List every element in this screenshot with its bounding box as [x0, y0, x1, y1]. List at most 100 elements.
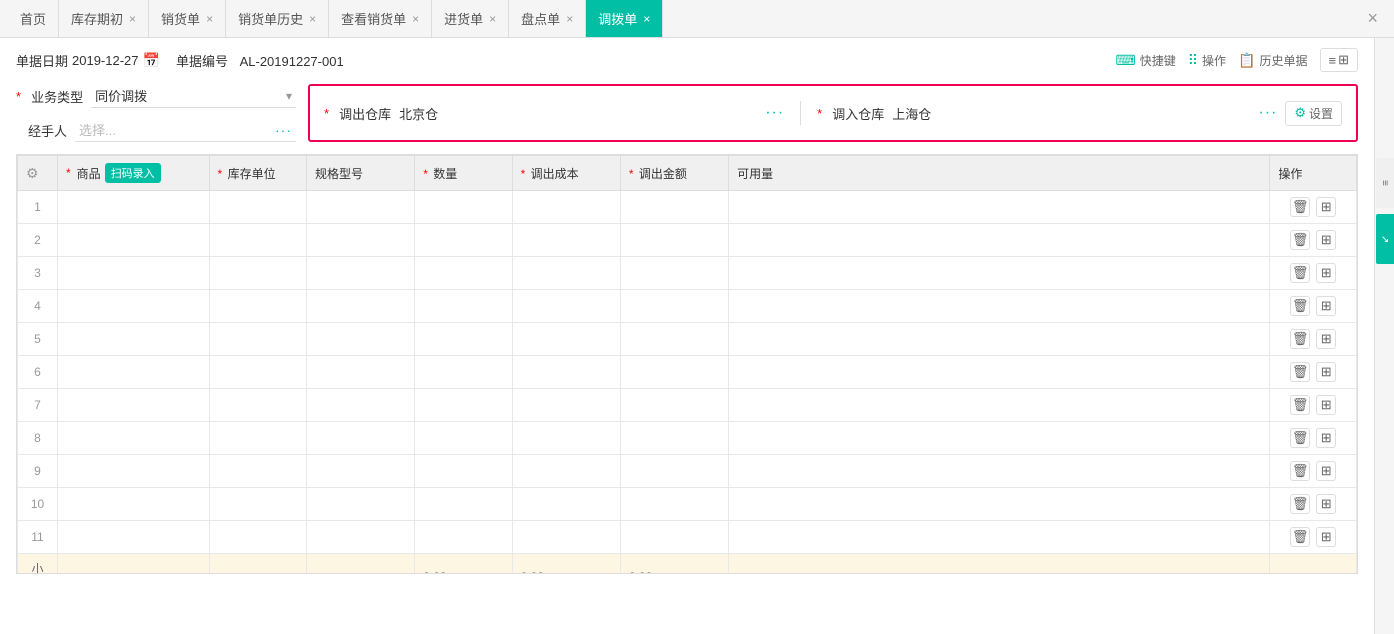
cell-qty-4[interactable] [415, 290, 512, 323]
copy-icon-5[interactable]: ⊞ [1316, 329, 1336, 349]
cell-cost-7[interactable] [512, 389, 620, 422]
cell-cost-8[interactable] [512, 422, 620, 455]
cell-cost-3[interactable] [512, 257, 620, 290]
cell-spec-6[interactable] [306, 356, 414, 389]
copy-icon-6[interactable]: ⊞ [1316, 362, 1336, 382]
cell-cost-9[interactable] [512, 455, 620, 488]
cell-cost-11[interactable] [512, 521, 620, 554]
close-tab-view-sales[interactable]: × [412, 12, 419, 26]
cell-product-7[interactable] [58, 389, 210, 422]
close-tab-inventory-init[interactable]: × [129, 12, 136, 26]
cell-qty-5[interactable] [415, 323, 512, 356]
cell-unit-8[interactable] [209, 422, 306, 455]
tab-view-sales[interactable]: 查看销货单 × [329, 0, 432, 37]
cell-cost-10[interactable] [512, 488, 620, 521]
delete-icon-3[interactable]: 🗑 [1290, 263, 1310, 283]
cell-available-1[interactable] [729, 191, 1270, 224]
delete-icon-5[interactable]: 🗑 [1290, 329, 1310, 349]
cell-product-1[interactable] [58, 191, 210, 224]
cell-qty-11[interactable] [415, 521, 512, 554]
cell-product-2[interactable] [58, 224, 210, 257]
delete-icon-8[interactable]: 🗑 [1290, 428, 1310, 448]
delete-icon-7[interactable]: 🗑 [1290, 395, 1310, 415]
tab-inventory-init[interactable]: 库存期初 × [59, 0, 149, 37]
cell-cost-4[interactable] [512, 290, 620, 323]
cell-unit-9[interactable] [209, 455, 306, 488]
tab-sales-history[interactable]: 销货单历史 × [226, 0, 329, 37]
cell-available-10[interactable] [729, 488, 1270, 521]
cell-available-4[interactable] [729, 290, 1270, 323]
cell-qty-8[interactable] [415, 422, 512, 455]
cell-spec-1[interactable] [306, 191, 414, 224]
cell-available-7[interactable] [729, 389, 1270, 422]
cell-cost-2[interactable] [512, 224, 620, 257]
cell-cost-5[interactable] [512, 323, 620, 356]
cell-product-4[interactable] [58, 290, 210, 323]
cell-unit-4[interactable] [209, 290, 306, 323]
delete-icon-1[interactable]: 🗑 [1290, 197, 1310, 217]
copy-icon-9[interactable]: ⊞ [1316, 461, 1336, 481]
cell-product-3[interactable] [58, 257, 210, 290]
warehouse-out-more-icon[interactable]: ··· [765, 104, 784, 122]
cell-amount-7[interactable] [620, 389, 728, 422]
tab-transfer-order[interactable]: 调拨单 × [586, 0, 663, 37]
cell-spec-8[interactable] [306, 422, 414, 455]
cell-amount-6[interactable] [620, 356, 728, 389]
cell-spec-2[interactable] [306, 224, 414, 257]
cell-product-5[interactable] [58, 323, 210, 356]
warehouse-in-more-icon[interactable]: ··· [1258, 104, 1277, 122]
tab-sales-order[interactable]: 销货单 × [149, 0, 226, 37]
calendar-icon[interactable]: 📅 [143, 52, 160, 69]
close-tab-purchase-order[interactable]: × [489, 12, 496, 26]
business-type-dropdown-icon[interactable]: ▾ [286, 89, 292, 103]
cell-product-11[interactable] [58, 521, 210, 554]
cell-qty-1[interactable] [415, 191, 512, 224]
cell-spec-5[interactable] [306, 323, 414, 356]
close-tab-sales-history[interactable]: × [309, 12, 316, 26]
close-tab-inventory-check[interactable]: × [566, 12, 573, 26]
delete-icon-9[interactable]: 🗑 [1290, 461, 1310, 481]
cell-qty-10[interactable] [415, 488, 512, 521]
cell-amount-3[interactable] [620, 257, 728, 290]
cell-unit-10[interactable] [209, 488, 306, 521]
list-settings-btn[interactable]: ≡ ⊞ [1320, 48, 1359, 72]
cell-spec-10[interactable] [306, 488, 414, 521]
delete-icon-2[interactable]: 🗑 [1290, 230, 1310, 250]
close-tab-sales-order[interactable]: × [206, 12, 213, 26]
cell-product-10[interactable] [58, 488, 210, 521]
cell-qty-3[interactable] [415, 257, 512, 290]
cell-spec-11[interactable] [306, 521, 414, 554]
cell-amount-9[interactable] [620, 455, 728, 488]
tab-purchase-order[interactable]: 进货单 × [432, 0, 509, 37]
cell-unit-6[interactable] [209, 356, 306, 389]
copy-icon-8[interactable]: ⊞ [1316, 428, 1336, 448]
sidebar-list-icon[interactable]: ≡ [1376, 158, 1394, 208]
delete-icon-6[interactable]: 🗑 [1290, 362, 1310, 382]
copy-icon-4[interactable]: ⊞ [1316, 296, 1336, 316]
cell-cost-6[interactable] [512, 356, 620, 389]
cell-qty-2[interactable] [415, 224, 512, 257]
tab-home[interactable]: 首页 [8, 0, 59, 37]
cell-qty-9[interactable] [415, 455, 512, 488]
cell-qty-6[interactable] [415, 356, 512, 389]
shortcuts-btn[interactable]: ⌨ 快捷键 [1116, 52, 1176, 69]
cell-amount-1[interactable] [620, 191, 728, 224]
close-all-tabs[interactable]: × [1359, 8, 1386, 29]
cell-product-9[interactable] [58, 455, 210, 488]
cell-amount-5[interactable] [620, 323, 728, 356]
cell-available-5[interactable] [729, 323, 1270, 356]
table-settings-icon[interactable]: ⚙ [26, 165, 39, 181]
cell-spec-7[interactable] [306, 389, 414, 422]
cell-amount-8[interactable] [620, 422, 728, 455]
operator-value-box[interactable]: 选择... ··· [75, 118, 296, 142]
cell-available-11[interactable] [729, 521, 1270, 554]
cell-available-3[interactable] [729, 257, 1270, 290]
copy-icon-11[interactable]: ⊞ [1316, 527, 1336, 547]
cell-unit-2[interactable] [209, 224, 306, 257]
th-settings[interactable]: ⚙ [18, 156, 58, 191]
copy-icon-2[interactable]: ⊞ [1316, 230, 1336, 250]
copy-icon-7[interactable]: ⊞ [1316, 395, 1336, 415]
tab-inventory-check[interactable]: 盘点单 × [509, 0, 586, 37]
operator-more-icon[interactable]: ··· [275, 122, 292, 138]
cell-unit-1[interactable] [209, 191, 306, 224]
